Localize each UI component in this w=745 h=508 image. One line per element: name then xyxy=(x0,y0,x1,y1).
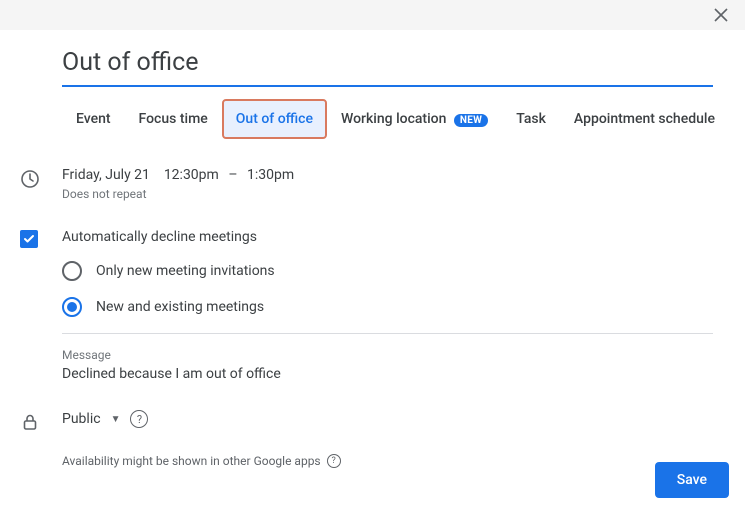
tab-working-location-label: Working location xyxy=(341,111,446,127)
auto-decline-label: Automatically decline meetings xyxy=(62,229,257,245)
chevron-down-icon: ▼ xyxy=(111,414,121,425)
close-icon[interactable] xyxy=(713,7,729,27)
radio-only-new-label: Only new meeting invitations xyxy=(96,263,275,279)
radio-new-and-existing[interactable]: New and existing meetings xyxy=(62,297,729,317)
end-time: 1:30pm xyxy=(247,167,294,183)
tab-focus-time[interactable]: Focus time xyxy=(125,99,222,139)
decline-options-group: Only new meeting invitations New and exi… xyxy=(62,261,729,317)
visibility-dropdown[interactable]: Public xyxy=(62,411,101,427)
lock-icon xyxy=(20,412,40,436)
tab-event[interactable]: Event xyxy=(62,99,125,139)
time-separator: – xyxy=(228,167,237,183)
radio-new-and-existing-label: New and existing meetings xyxy=(96,299,264,315)
start-time: 12:30pm xyxy=(164,167,219,183)
availability-text: Availability might be shown in other Goo… xyxy=(62,454,321,468)
availability-help-icon[interactable]: ? xyxy=(327,454,341,468)
availability-note: Availability might be shown in other Goo… xyxy=(62,454,729,468)
clock-icon xyxy=(20,169,40,193)
event-type-tabs: Event Focus time Out of office Working l… xyxy=(62,99,729,139)
message-label: Message xyxy=(62,348,729,362)
tab-appointment-schedule[interactable]: Appointment schedule xyxy=(560,99,729,139)
tab-working-location[interactable]: Working location NEW xyxy=(327,99,502,139)
radio-only-new[interactable]: Only new meeting invitations xyxy=(62,261,729,281)
event-title-input[interactable]: Out of office xyxy=(62,48,713,87)
save-button[interactable]: Save xyxy=(655,462,729,498)
datetime-display[interactable]: Friday, July 21 12:30pm – 1:30pm xyxy=(62,167,294,183)
new-badge: NEW xyxy=(454,114,488,127)
tab-task[interactable]: Task xyxy=(502,99,560,139)
radio-icon xyxy=(62,261,82,281)
message-input[interactable]: Declined because I am out of office xyxy=(62,366,729,382)
visibility-help-icon[interactable]: ? xyxy=(130,410,148,428)
auto-decline-checkbox[interactable] xyxy=(20,230,38,248)
radio-icon xyxy=(62,297,82,317)
date-text: Friday, July 21 xyxy=(62,167,150,183)
repeat-text[interactable]: Does not repeat xyxy=(62,187,294,201)
dialog-topbar xyxy=(0,0,745,30)
divider xyxy=(62,333,713,334)
tab-out-of-office[interactable]: Out of office xyxy=(222,99,327,139)
